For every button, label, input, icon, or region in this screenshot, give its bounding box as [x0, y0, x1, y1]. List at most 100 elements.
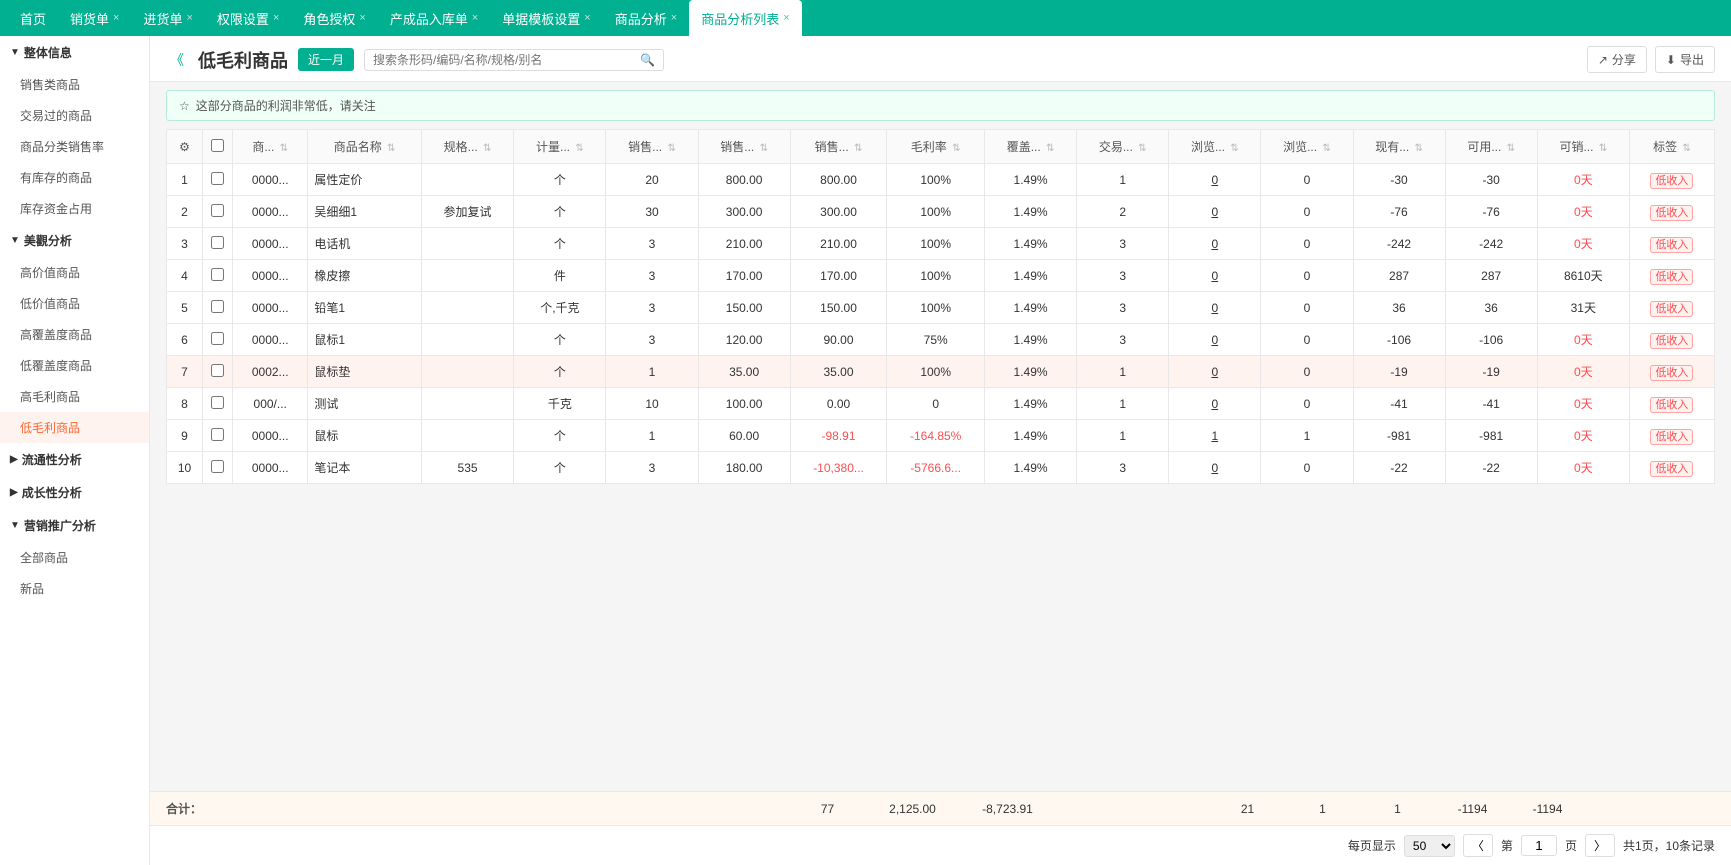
- page-input[interactable]: [1521, 835, 1557, 856]
- nav-product-analysis-list[interactable]: 商品分析列表 ×: [689, 0, 801, 36]
- export-icon: ⬇: [1666, 53, 1676, 67]
- time-filter-button[interactable]: 近一月: [298, 48, 354, 71]
- nav-purchase[interactable]: 进货单 ×: [131, 0, 204, 36]
- share-button[interactable]: ↗ 分享: [1587, 46, 1647, 73]
- nav-template-settings[interactable]: 单据模板设置 ×: [490, 0, 602, 36]
- sidebar-group-overall[interactable]: ▼ 整体信息: [0, 36, 149, 69]
- main-layout: ▼ 整体信息 销售类商品 交易过的商品 商品分类销售率 有库存的商品 库存资金占…: [0, 36, 1731, 865]
- sidebar-item-high-coverage[interactable]: 高覆盖度商品: [0, 319, 149, 350]
- sidebar-item-in-stock[interactable]: 有库存的商品: [0, 162, 149, 193]
- row-spec: [421, 388, 514, 420]
- row-avail: -22: [1445, 452, 1537, 484]
- sidebar-item-capital[interactable]: 库存资金占用: [0, 193, 149, 224]
- collapse-sidebar-button[interactable]: 《: [166, 48, 188, 72]
- sidebar-group-beauty[interactable]: ▼ 美觀分析: [0, 224, 149, 257]
- row-checkbox[interactable]: [203, 196, 233, 228]
- sidebar-item-low-margin[interactable]: 低毛利商品: [0, 412, 149, 443]
- search-icon[interactable]: 🔍: [640, 53, 655, 67]
- row-select-checkbox[interactable]: [211, 332, 224, 345]
- row-unit: 个,千克: [514, 292, 606, 324]
- row-no: 6: [167, 324, 203, 356]
- export-button[interactable]: ⬇ 导出: [1655, 46, 1715, 73]
- row-gross-rate: 100%: [887, 292, 985, 324]
- row-view2: 1: [1261, 420, 1353, 452]
- row-select-checkbox[interactable]: [211, 204, 224, 217]
- close-icon[interactable]: ×: [584, 12, 590, 24]
- row-sales-amount: 210.00: [790, 228, 887, 260]
- col-header-checkbox[interactable]: [203, 130, 233, 164]
- row-select-checkbox[interactable]: [211, 236, 224, 249]
- row-tag: 低收入: [1629, 324, 1714, 356]
- row-txn: 3: [1077, 260, 1169, 292]
- row-avail: -19: [1445, 356, 1537, 388]
- sidebar-item-all-goods[interactable]: 全部商品: [0, 542, 149, 573]
- row-select-checkbox[interactable]: [211, 172, 224, 185]
- col-header-settings[interactable]: ⚙: [167, 130, 203, 164]
- row-view1: 0: [1169, 452, 1261, 484]
- sidebar-item-category-sales[interactable]: 商品分类销售率: [0, 131, 149, 162]
- close-icon[interactable]: ×: [671, 12, 677, 24]
- row-checkbox[interactable]: [203, 292, 233, 324]
- row-unit: 件: [514, 260, 606, 292]
- row-select-checkbox[interactable]: [211, 300, 224, 313]
- row-no: 7: [167, 356, 203, 388]
- settings-icon[interactable]: ⚙: [179, 140, 190, 154]
- row-txn: 3: [1077, 452, 1169, 484]
- row-select-checkbox[interactable]: [211, 396, 224, 409]
- per-page-select[interactable]: 50 10 20 100: [1404, 835, 1455, 857]
- sidebar-item-low-value[interactable]: 低价值商品: [0, 288, 149, 319]
- sidebar-item-high-value[interactable]: 高价值商品: [0, 257, 149, 288]
- row-checkbox[interactable]: [203, 356, 233, 388]
- sidebar-item-sales-goods[interactable]: 销售类商品: [0, 69, 149, 100]
- select-all-checkbox[interactable]: [211, 139, 224, 152]
- row-checkbox[interactable]: [203, 324, 233, 356]
- nav-home[interactable]: 首页: [8, 0, 58, 36]
- row-checkbox[interactable]: [203, 388, 233, 420]
- nav-permissions[interactable]: 权限设置 ×: [205, 0, 291, 36]
- close-icon[interactable]: ×: [472, 12, 478, 24]
- pagination: 每页显示 50 10 20 100 〈 第 页 〉 共1页，10条记录: [150, 825, 1731, 865]
- close-icon[interactable]: ×: [359, 12, 365, 24]
- search-input[interactable]: [373, 53, 640, 67]
- close-icon[interactable]: ×: [783, 12, 789, 24]
- nav-product-entry[interactable]: 产成品入库单 ×: [378, 0, 490, 36]
- row-select-checkbox[interactable]: [211, 364, 224, 377]
- row-checkbox[interactable]: [203, 420, 233, 452]
- nav-product-analysis[interactable]: 商品分析 ×: [603, 0, 689, 36]
- close-icon[interactable]: ×: [273, 12, 279, 24]
- col-header-txn: 交易... ⇅: [1077, 130, 1169, 164]
- row-sales-amount: 150.00: [790, 292, 887, 324]
- row-select-checkbox[interactable]: [211, 268, 224, 281]
- close-icon[interactable]: ×: [113, 12, 119, 24]
- row-checkbox[interactable]: [203, 228, 233, 260]
- row-spec: [421, 324, 514, 356]
- sidebar-item-low-coverage[interactable]: 低覆盖度商品: [0, 350, 149, 381]
- row-sales-price: 800.00: [698, 164, 790, 196]
- row-checkbox[interactable]: [203, 164, 233, 196]
- sidebar-item-new-goods[interactable]: 新品: [0, 573, 149, 604]
- row-checkbox[interactable]: [203, 260, 233, 292]
- row-sales-amount: -98.91: [790, 420, 887, 452]
- total-sales-amount: -8,723.91: [970, 802, 1045, 816]
- row-view2: 0: [1261, 196, 1353, 228]
- row-select-checkbox[interactable]: [211, 428, 224, 441]
- nav-sales[interactable]: 销货单 ×: [58, 0, 131, 36]
- sidebar-group-liquidity[interactable]: ▶ 流通性分析: [0, 443, 149, 476]
- close-icon[interactable]: ×: [186, 12, 192, 24]
- row-sales-price: 210.00: [698, 228, 790, 260]
- sidebar-item-traded-goods[interactable]: 交易过的商品: [0, 100, 149, 131]
- row-gross-rate: -5766.6...: [887, 452, 985, 484]
- prev-page-button[interactable]: 〈: [1463, 834, 1493, 857]
- row-saleable: 31天: [1537, 292, 1629, 324]
- sidebar-group-growth[interactable]: ▶ 成长性分析: [0, 476, 149, 509]
- row-view2: 0: [1261, 324, 1353, 356]
- row-view1: 0: [1169, 228, 1261, 260]
- sidebar-group-marketing[interactable]: ▼ 营销推广分析: [0, 509, 149, 542]
- nav-role-auth[interactable]: 角色授权 ×: [291, 0, 377, 36]
- col-header-sales-price: 销售... ⇅: [698, 130, 790, 164]
- row-sales-price: 35.00: [698, 356, 790, 388]
- next-page-button[interactable]: 〉: [1585, 834, 1615, 857]
- sidebar-item-high-margin[interactable]: 高毛利商品: [0, 381, 149, 412]
- row-select-checkbox[interactable]: [211, 460, 224, 473]
- row-checkbox[interactable]: [203, 452, 233, 484]
